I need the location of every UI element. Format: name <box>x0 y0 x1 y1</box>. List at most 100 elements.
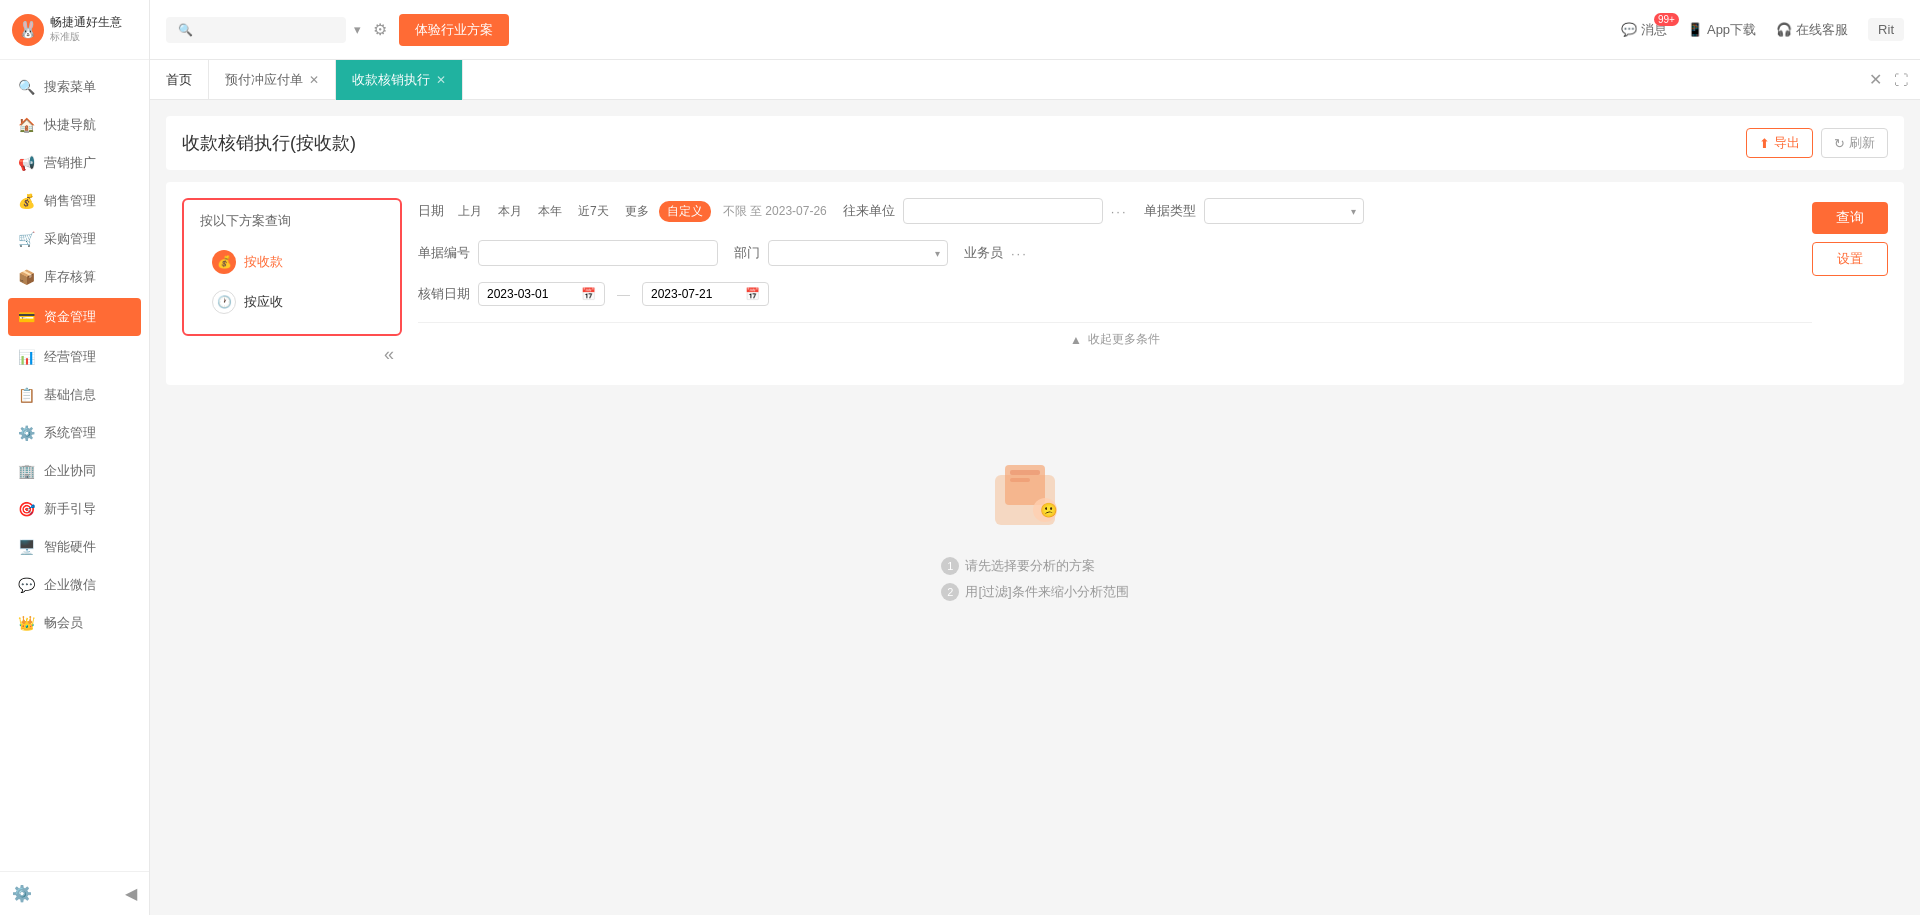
topbar-search[interactable]: 🔍 <box>166 17 346 43</box>
salesman-label: 业务员 <box>964 244 1003 262</box>
filter-row-3: 核销日期 📅 — 📅 <box>418 282 1812 306</box>
sidebar-item-enterprise[interactable]: 🏢 企业协同 <box>0 452 149 490</box>
search-icon: 🔍 <box>178 23 193 37</box>
empty-steps: 1 请先选择要分析的方案 2 用[过滤]条件来缩小分析范围 <box>941 557 1128 601</box>
date-label: 日期 <box>418 202 444 220</box>
tabbar-expand-icon[interactable]: ⛶ <box>1894 72 1908 88</box>
sidebar-item-finance[interactable]: 💳 资金管理 <box>8 298 141 336</box>
doc-no-input[interactable] <box>478 240 718 266</box>
empty-state: 😕 1 请先选择要分析的方案 2 用[过滤]条件来缩小分析范围 <box>166 385 1904 661</box>
sidebar-item-hardware[interactable]: 🖥️ 智能硬件 <box>0 528 149 566</box>
step-2-num: 2 <box>941 583 959 601</box>
dept-select-wrap <box>768 240 948 266</box>
doc-type-select-wrap <box>1204 198 1364 224</box>
sidebar-item-member[interactable]: 👑 畅会员 <box>0 604 149 642</box>
sidebar-item-purchase[interactable]: 🛒 采购管理 <box>0 220 149 258</box>
service-icon: 🎧 <box>1776 22 1792 37</box>
sidebar-item-operation[interactable]: 📊 经营管理 <box>0 338 149 376</box>
page-title: 收款核销执行(按收款) <box>182 131 356 155</box>
writeoff-start-calendar-icon[interactable]: 📅 <box>581 287 596 301</box>
collapse-scheme-button[interactable]: « <box>376 340 402 369</box>
query-actions: 查询 设置 <box>1812 198 1888 276</box>
refresh-icon: ↻ <box>1834 136 1845 151</box>
writeoff-start-date-wrap: 📅 <box>478 282 605 306</box>
doc-type-label: 单据类型 <box>1144 202 1196 220</box>
sidebar-item-inventory[interactable]: 📦 库存核算 <box>0 258 149 296</box>
topbar-right: 💬 消息 99+ 📱 App下载 🎧 在线客服 Rit <box>1621 18 1904 41</box>
collapse-up-icon: ▲ <box>1070 333 1082 347</box>
sidebar-item-sales[interactable]: 💰 销售管理 <box>0 182 149 220</box>
by-receivable-icon: 🕐 <box>212 290 236 314</box>
party-input[interactable] <box>903 198 1103 224</box>
sidebar-item-wechat[interactable]: 💬 企业微信 <box>0 566 149 604</box>
message-icon: 💬 <box>1621 22 1637 37</box>
this-month-btn[interactable]: 本月 <box>492 201 528 222</box>
writeoff-end-input[interactable] <box>651 287 741 301</box>
salesman-more-icon[interactable]: ··· <box>1011 246 1028 261</box>
refresh-button[interactable]: ↻ 刷新 <box>1821 128 1888 158</box>
online-service-button[interactable]: 🎧 在线客服 <box>1776 21 1848 39</box>
user-profile[interactable]: Rit <box>1868 18 1904 41</box>
topbar: 🔍 ▾ ⚙ 体验行业方案 💬 消息 99+ 📱 App下载 🎧 在线客服 Rit <box>150 0 1920 60</box>
writeoff-date-label: 核销日期 <box>418 285 470 303</box>
svg-text:😕: 😕 <box>1040 502 1058 519</box>
topbar-arrow-icon[interactable]: ▾ <box>354 22 361 37</box>
tab-writeoff-close[interactable]: ✕ <box>436 73 446 87</box>
tabbar-close-icon[interactable]: ✕ <box>1869 70 1882 89</box>
sidebar-item-base-info[interactable]: 📋 基础信息 <box>0 376 149 414</box>
writeoff-end-calendar-icon[interactable]: 📅 <box>745 287 760 301</box>
writeoff-start-input[interactable] <box>487 287 577 301</box>
setting-button[interactable]: 设置 <box>1812 242 1888 276</box>
settings-bottom-icon[interactable]: ⚙️ <box>12 884 32 903</box>
tab-prepay[interactable]: 预付冲应付单 ✕ <box>209 60 336 100</box>
doc-type-filter: 单据类型 <box>1144 198 1364 224</box>
logo-text: 畅捷通好生意 标准版 <box>50 15 122 45</box>
writeoff-end-date-wrap: 📅 <box>642 282 769 306</box>
doc-type-select[interactable] <box>1204 198 1364 224</box>
message-button[interactable]: 💬 消息 99+ <box>1621 21 1667 39</box>
topbar-gear-icon[interactable]: ⚙ <box>373 20 387 39</box>
doc-no-filter: 单据编号 <box>418 240 718 266</box>
tab-prepay-close[interactable]: ✕ <box>309 73 319 87</box>
by-receipt-icon: 💰 <box>212 250 236 274</box>
svg-rect-3 <box>1010 478 1030 482</box>
sidebar-nav: 🔍 搜索菜单 🏠 快捷导航 📢 营销推广 💰 销售管理 🛒 采购管理 📦 库存核… <box>0 60 149 871</box>
operation-icon: 📊 <box>16 349 36 365</box>
sidebar-item-marketing[interactable]: 📢 营销推广 <box>0 144 149 182</box>
more-dates-btn[interactable]: 更多 <box>619 201 655 222</box>
empty-step-2: 2 用[过滤]条件来缩小分析范围 <box>941 583 1128 601</box>
collapse-sidebar-icon[interactable]: ◀ <box>125 884 137 903</box>
query-scheme-title: 按以下方案查询 <box>200 212 384 230</box>
app-download-button[interactable]: 📱 App下载 <box>1687 21 1756 39</box>
tab-writeoff[interactable]: 收款核销执行 ✕ <box>336 60 463 100</box>
member-icon: 👑 <box>16 615 36 631</box>
export-button[interactable]: ⬆ 导出 <box>1746 128 1813 158</box>
empty-illustration: 😕 <box>975 445 1095 545</box>
party-more-icon[interactable]: ··· <box>1111 204 1128 219</box>
last-month-btn[interactable]: 上月 <box>452 201 488 222</box>
quick-nav-icon: 🏠 <box>16 117 36 133</box>
search-menu-icon: 🔍 <box>16 79 36 95</box>
dept-select[interactable] <box>768 240 948 266</box>
date-no-limit: 不限 至 2023-07-26 <box>723 203 827 220</box>
query-button[interactable]: 查询 <box>1812 202 1888 234</box>
query-option-by-receivable[interactable]: 🕐 按应收 <box>200 282 384 322</box>
sidebar-item-system[interactable]: ⚙️ 系统管理 <box>0 414 149 452</box>
filter-row-1: 日期 上月 本月 本年 近7天 更多 自定义 不限 至 2023-07-26 <box>418 198 1812 224</box>
last-7-days-btn[interactable]: 近7天 <box>572 201 615 222</box>
sidebar-item-quick-nav[interactable]: 🏠 快捷导航 <box>0 106 149 144</box>
dept-label: 部门 <box>734 244 760 262</box>
tabbar-right: ✕ ⛶ <box>1857 70 1920 89</box>
tab-home[interactable]: 首页 <box>150 60 209 100</box>
collapse-more-button[interactable]: ▲ 收起更多条件 <box>418 322 1812 356</box>
base-info-icon: 📋 <box>16 387 36 403</box>
solution-button[interactable]: 体验行业方案 <box>399 14 509 46</box>
custom-date-btn[interactable]: 自定义 <box>659 201 711 222</box>
sidebar-item-guide[interactable]: 🎯 新手引导 <box>0 490 149 528</box>
query-option-by-receipt[interactable]: 💰 按收款 <box>200 242 384 282</box>
sidebar-item-search-menu[interactable]: 🔍 搜索菜单 <box>0 68 149 106</box>
content-area: 收款核销执行(按收款) ⬆ 导出 ↻ 刷新 按以下方案查询 💰 <box>150 100 1920 915</box>
this-year-btn[interactable]: 本年 <box>532 201 568 222</box>
hardware-icon: 🖥️ <box>16 539 36 555</box>
query-panel: 按以下方案查询 💰 按收款 🕐 按应收 « <box>166 182 1904 385</box>
